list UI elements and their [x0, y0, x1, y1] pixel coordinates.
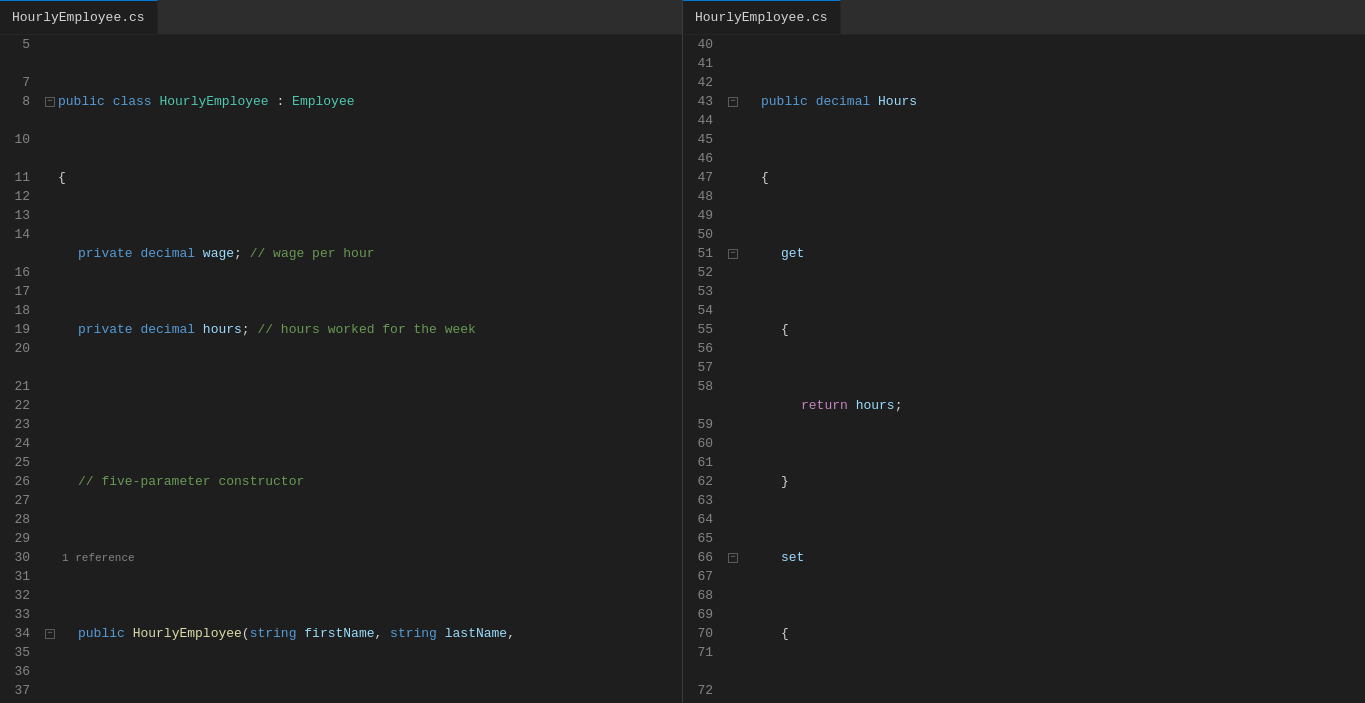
- left-line-numbers: 5 7 8 10 11 12 13 14 16 17 18 19 20 21 2…: [0, 35, 38, 703]
- code-line-10: // five-parameter constructor: [42, 472, 682, 491]
- r-code-line-40: − public decimal Hours: [725, 92, 1365, 111]
- left-tab-bar: HourlyEmployee.cs: [0, 0, 682, 35]
- code-line-11: − public HourlyEmployee(string firstName…: [42, 624, 682, 643]
- collapse-btn-42[interactable]: −: [728, 249, 738, 259]
- left-editor-pane: HourlyEmployee.cs 5 7 8 10 11 12 13 14 1…: [0, 0, 682, 703]
- right-editor-pane: HourlyEmployee.cs 40 41 42 43 44 45 46 4…: [682, 0, 1365, 703]
- collapse-btn-11[interactable]: −: [45, 629, 55, 639]
- right-code-content: − public decimal Hours { − get { return …: [721, 35, 1365, 703]
- collapse-btn-46[interactable]: −: [728, 553, 738, 563]
- r-code-line-42: − get: [725, 244, 1365, 263]
- r-code-line-44: return hours;: [725, 396, 1365, 415]
- r-code-line-43: {: [725, 320, 1365, 339]
- code-line-6: {: [42, 168, 682, 187]
- right-tab-bar: HourlyEmployee.cs: [683, 0, 1365, 35]
- r-code-line-45: }: [725, 472, 1365, 491]
- code-line-5: − public class HourlyEmployee : Employee: [42, 92, 682, 111]
- r-code-line-41: {: [725, 168, 1365, 187]
- collapse-btn-5[interactable]: −: [45, 97, 55, 107]
- right-tab-hourlyemployee[interactable]: HourlyEmployee.cs: [683, 0, 841, 34]
- r-code-line-46: − set: [725, 548, 1365, 567]
- left-code-content: − public class HourlyEmployee : Employee…: [38, 35, 682, 703]
- r-code-line-47: {: [725, 624, 1365, 643]
- right-code-area: 40 41 42 43 44 45 46 47 48 49 50 51 52 5…: [683, 35, 1365, 703]
- code-line-8: private decimal hours; // hours worked f…: [42, 320, 682, 339]
- right-line-numbers: 40 41 42 43 44 45 46 47 48 49 50 51 52 5…: [683, 35, 721, 703]
- left-code-area: 5 7 8 10 11 12 13 14 16 17 18 19 20 21 2…: [0, 35, 682, 703]
- left-tab-hourlyemployee[interactable]: HourlyEmployee.cs: [0, 0, 158, 34]
- collapse-btn-40[interactable]: −: [728, 97, 738, 107]
- code-line-9: [42, 396, 682, 415]
- code-line-7: private decimal wage; // wage per hour: [42, 244, 682, 263]
- ref-line-10: 1 reference: [42, 548, 682, 567]
